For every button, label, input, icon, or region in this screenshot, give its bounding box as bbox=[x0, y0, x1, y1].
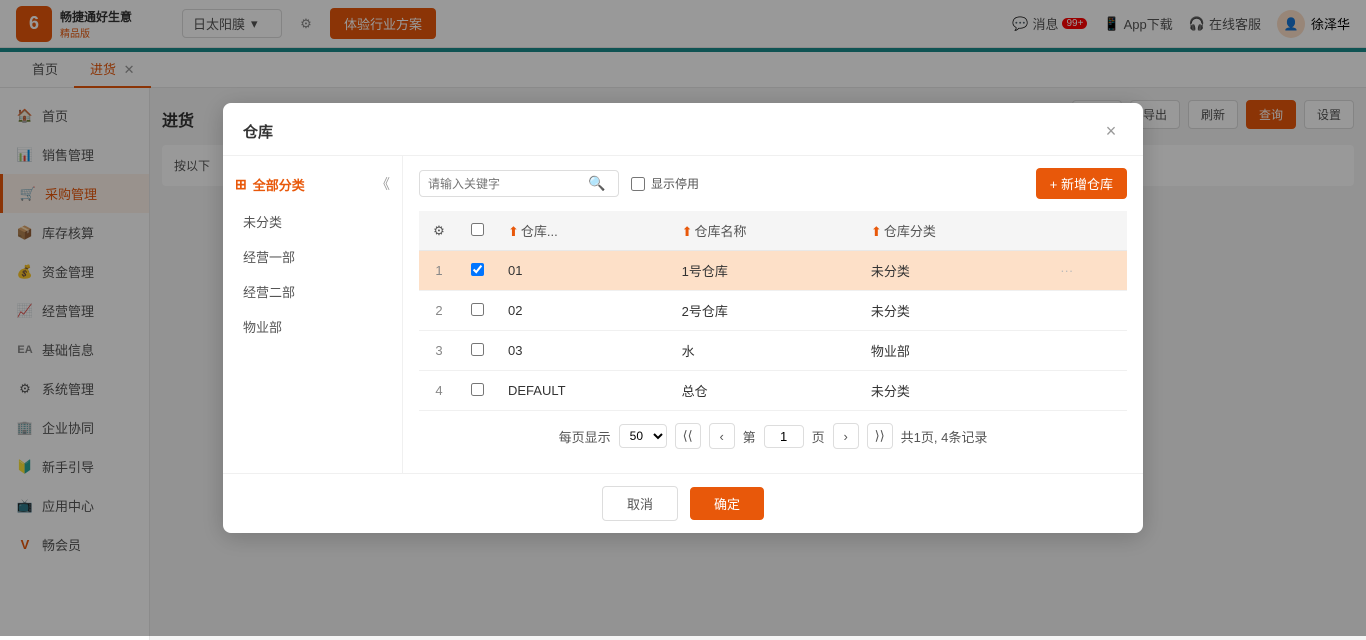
row-more-0[interactable]: ··· bbox=[1048, 251, 1127, 291]
row-checkbox-0[interactable] bbox=[471, 263, 484, 276]
sort-icon-cat: ⬆ bbox=[871, 224, 882, 239]
table-row[interactable]: 3 03 水 物业部 bbox=[419, 331, 1127, 371]
row-code-3: DEFAULT bbox=[496, 371, 670, 411]
sort-icon-code: ⬆ bbox=[508, 224, 519, 239]
row-name-1: 2号仓库 bbox=[670, 291, 859, 331]
collapse-icon[interactable]: 《 bbox=[376, 174, 390, 194]
row-num-3: 4 bbox=[419, 371, 459, 411]
row-check-2[interactable] bbox=[459, 331, 496, 371]
dialog-main: 🔍 显示停用 + 新增仓库 ⚙ bbox=[403, 156, 1143, 473]
per-page-label: 每页显示 bbox=[559, 427, 611, 446]
pagination: 每页显示 50 ⟨⟨ ‹ 第 页 › ⟩⟩ 共1页, 4条记录 bbox=[419, 411, 1127, 461]
th-gear: ⚙ bbox=[419, 211, 459, 251]
row-checkbox-1[interactable] bbox=[471, 303, 484, 316]
th-name: ⬆仓库名称 bbox=[670, 211, 859, 251]
dialog-title: 仓库 bbox=[243, 121, 273, 142]
row-more-1[interactable] bbox=[1048, 291, 1127, 331]
search-input[interactable] bbox=[428, 177, 588, 191]
dialog-toolbar: 🔍 显示停用 + 新增仓库 bbox=[419, 168, 1127, 199]
th-code: ⬆仓库... bbox=[496, 211, 670, 251]
last-page-btn[interactable]: ⟩⟩ bbox=[867, 423, 893, 449]
cat-property[interactable]: 物业部 bbox=[223, 309, 402, 344]
row-category-3: 未分类 bbox=[859, 371, 1048, 411]
page-label: 第 bbox=[743, 427, 756, 446]
search-icon: 🔍 bbox=[588, 175, 605, 192]
warehouse-dialog: 仓库 × ⊞ 全部分类 《 未分类 经营一部 经营二部 物业部 bbox=[223, 103, 1143, 533]
cat-ops2[interactable]: 经营二部 bbox=[223, 274, 402, 309]
select-all-checkbox[interactable] bbox=[471, 223, 484, 236]
row-name-2: 水 bbox=[670, 331, 859, 371]
sort-icon-name: ⬆ bbox=[682, 224, 693, 239]
row-more-2[interactable] bbox=[1048, 331, 1127, 371]
modal-overlay: 仓库 × ⊞ 全部分类 《 未分类 经营一部 经营二部 物业部 bbox=[0, 0, 1366, 636]
row-checkbox-2[interactable] bbox=[471, 343, 484, 356]
table-row[interactable]: 1 01 1号仓库 未分类 ··· bbox=[419, 251, 1127, 291]
row-category-2: 物业部 bbox=[859, 331, 1048, 371]
row-category-0: 未分类 bbox=[859, 251, 1048, 291]
first-page-btn[interactable]: ⟨⟨ bbox=[675, 423, 701, 449]
table-row[interactable]: 4 DEFAULT 总仓 未分类 bbox=[419, 371, 1127, 411]
table-header-row: ⚙ ⬆仓库... ⬆仓库名称 ⬆仓库分类 bbox=[419, 211, 1127, 251]
grid-icon: ⊞ bbox=[235, 176, 247, 193]
confirm-btn[interactable]: 确定 bbox=[690, 487, 764, 520]
search-box: 🔍 bbox=[419, 170, 619, 197]
row-num-2: 3 bbox=[419, 331, 459, 371]
row-name-0: 1号仓库 bbox=[670, 251, 859, 291]
row-name-3: 总仓 bbox=[670, 371, 859, 411]
row-check-1[interactable] bbox=[459, 291, 496, 331]
all-categories-label[interactable]: ⊞ 全部分类 bbox=[235, 175, 305, 194]
row-check-0[interactable] bbox=[459, 251, 496, 291]
th-category: ⬆仓库分类 bbox=[859, 211, 1048, 251]
row-category-1: 未分类 bbox=[859, 291, 1048, 331]
row-num-0: 1 bbox=[419, 251, 459, 291]
warehouse-table: ⚙ ⬆仓库... ⬆仓库名称 ⬆仓库分类 1 01 1号仓库 未分 bbox=[419, 211, 1127, 411]
page-number-input[interactable] bbox=[764, 425, 804, 448]
row-checkbox-3[interactable] bbox=[471, 383, 484, 396]
total-info: 共1页, 4条记录 bbox=[901, 427, 988, 446]
per-page-select[interactable]: 50 bbox=[619, 424, 667, 448]
th-more bbox=[1048, 211, 1127, 251]
dialog-body: ⊞ 全部分类 《 未分类 经营一部 经营二部 物业部 🔍 bbox=[223, 156, 1143, 473]
row-code-1: 02 bbox=[496, 291, 670, 331]
next-page-btn[interactable]: › bbox=[833, 423, 859, 449]
row-check-3[interactable] bbox=[459, 371, 496, 411]
add-warehouse-btn[interactable]: + 新增仓库 bbox=[1036, 168, 1127, 199]
row-code-2: 03 bbox=[496, 331, 670, 371]
cat-unclassified[interactable]: 未分类 bbox=[223, 204, 402, 239]
cancel-btn[interactable]: 取消 bbox=[602, 486, 678, 521]
row-code-0: 01 bbox=[496, 251, 670, 291]
cat-ops1[interactable]: 经营一部 bbox=[223, 239, 402, 274]
dialog-header: 仓库 × bbox=[223, 103, 1143, 156]
dialog-close-icon[interactable]: × bbox=[1099, 119, 1123, 143]
warehouse-table-wrap: ⚙ ⬆仓库... ⬆仓库名称 ⬆仓库分类 1 01 1号仓库 未分 bbox=[419, 211, 1127, 411]
gear-th-icon: ⚙ bbox=[433, 223, 445, 238]
page-suffix: 页 bbox=[812, 427, 825, 446]
prev-page-btn[interactable]: ‹ bbox=[709, 423, 735, 449]
category-sidebar: ⊞ 全部分类 《 未分类 经营一部 经营二部 物业部 bbox=[223, 156, 403, 473]
show-disabled-label[interactable]: 显示停用 bbox=[631, 175, 699, 192]
th-check bbox=[459, 211, 496, 251]
row-num-1: 2 bbox=[419, 291, 459, 331]
table-row[interactable]: 2 02 2号仓库 未分类 bbox=[419, 291, 1127, 331]
show-disabled-checkbox[interactable] bbox=[631, 177, 645, 191]
category-header: ⊞ 全部分类 《 bbox=[223, 168, 402, 204]
row-more-3[interactable] bbox=[1048, 371, 1127, 411]
dialog-footer: 取消 确定 bbox=[223, 473, 1143, 533]
more-icon-0[interactable]: ··· bbox=[1060, 263, 1073, 278]
warehouse-tbody: 1 01 1号仓库 未分类 ··· 2 02 2号仓库 未分类 3 03 水 物… bbox=[419, 251, 1127, 411]
